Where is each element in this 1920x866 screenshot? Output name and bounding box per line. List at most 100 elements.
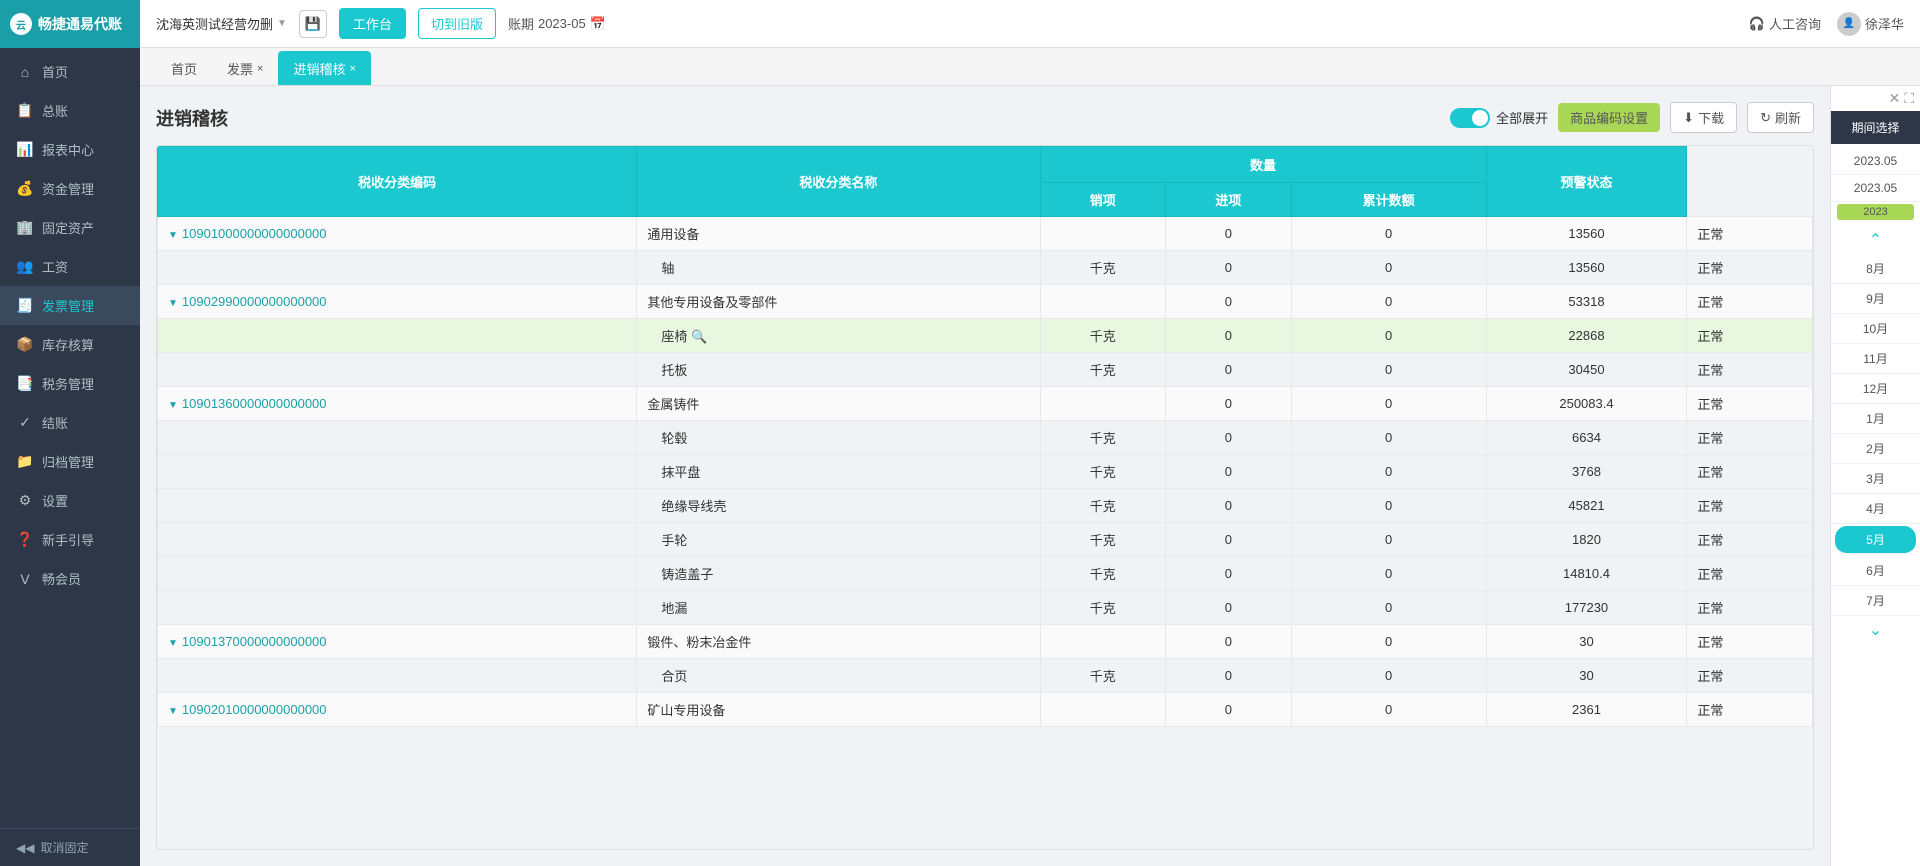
status-cell: 正常	[1687, 693, 1813, 727]
purchase-cell: 0	[1291, 455, 1486, 489]
save-button[interactable]: 💾	[299, 10, 327, 38]
table-row: 手轮 千克 0 0 1820 正常	[158, 523, 1813, 557]
sidebar-item-close[interactable]: ✓ 结账	[0, 403, 140, 442]
download-button[interactable]: ⬇ 下载	[1670, 102, 1737, 133]
period-month-7月[interactable]: 7月	[1831, 586, 1920, 616]
tax-name-cell: 金属铸件	[637, 387, 1040, 421]
tax-code-cell	[158, 319, 637, 353]
company-selector[interactable]: 沈海英测试经营勿删 ▼	[156, 14, 287, 33]
cumulative-cell: 2361	[1486, 693, 1687, 727]
calendar-icon[interactable]: 📅	[590, 16, 606, 32]
archive-icon: 📁	[16, 453, 34, 470]
period-month-8月[interactable]: 8月	[1831, 254, 1920, 284]
period-month-10月[interactable]: 10月	[1831, 314, 1920, 344]
service-label: 人工咨询	[1769, 14, 1821, 33]
oldver-button[interactable]: 切到旧版	[418, 8, 496, 39]
sidebar-item-funds[interactable]: 💰 资金管理	[0, 169, 140, 208]
tax-name-cell: 通用设备	[637, 217, 1040, 251]
sidebar-item-settings[interactable]: ⚙ 设置	[0, 481, 140, 520]
settings-icon: ⚙	[16, 492, 34, 509]
sidebar-item-home[interactable]: ⌂ 首页	[0, 52, 140, 91]
table-row: ▼10901000000000000000 通用设备 0 0 13560 正常	[158, 217, 1813, 251]
sidebar-item-archive[interactable]: 📁 归档管理	[0, 442, 140, 481]
page-title-bar: 进销稽核 全部展开 商品编码设置 ⬇ 下载 ↻ 刷新	[156, 102, 1814, 133]
unit-cell	[1040, 387, 1166, 421]
period-month-5月[interactable]: 5月	[1835, 526, 1916, 554]
refresh-button[interactable]: ↻ 刷新	[1747, 102, 1814, 133]
tab-reconcile[interactable]: 进销稽核×	[278, 51, 370, 85]
funds-label: 资金管理	[42, 179, 94, 198]
period-month-4月[interactable]: 4月	[1831, 494, 1920, 524]
period-month-9月[interactable]: 9月	[1831, 284, 1920, 314]
collapse-icon[interactable]: ▼	[168, 638, 178, 649]
period-value: 2023-05	[538, 16, 586, 31]
table-row: ▼10901360000000000000 金属铸件 0 0 250083.4 …	[158, 387, 1813, 421]
customer-service-button[interactable]: 🎧 人工咨询	[1749, 14, 1821, 33]
company-name: 沈海英测试经营勿删	[156, 14, 273, 33]
tab-home[interactable]: 首页	[156, 51, 212, 85]
tax-name-cell: 绝缘导线壳	[637, 489, 1040, 523]
expand-toggle-switch[interactable]	[1450, 108, 1490, 128]
reports-icon: 📊	[16, 141, 34, 158]
funds-icon: 💰	[16, 180, 34, 197]
assets-icon: 🏢	[16, 219, 34, 236]
sales-cell: 0	[1166, 421, 1292, 455]
tab-close-reconcile[interactable]: ×	[349, 63, 355, 75]
period-label: 账期	[508, 14, 534, 33]
sidebar-item-assets[interactable]: 🏢 固定资产	[0, 208, 140, 247]
sidebar-item-tax[interactable]: 📑 税务管理	[0, 364, 140, 403]
unit-cell: 千克	[1040, 421, 1166, 455]
period-nav-up[interactable]: ⌃	[1831, 226, 1920, 254]
tab-label-home: 首页	[171, 59, 197, 78]
status-cell: 正常	[1687, 251, 1813, 285]
cumulative-cell: 22868	[1486, 319, 1687, 353]
tax-code-cell	[158, 421, 637, 455]
tax-name-cell: 其他专用设备及零部件	[637, 285, 1040, 319]
product-code-settings-button[interactable]: 商品编码设置	[1558, 103, 1660, 132]
sidebar-footer-cancel-pin[interactable]: ◀◀ 取消固定	[0, 828, 140, 866]
collapse-icon[interactable]: ▼	[168, 298, 178, 309]
expand-period-panel-icon[interactable]: ⛶	[1904, 90, 1914, 107]
period-year-section: 2023.052023.052023	[1831, 144, 1920, 226]
reports-label: 报表中心	[42, 140, 94, 159]
period-month-6月[interactable]: 6月	[1831, 556, 1920, 586]
period-month-11月[interactable]: 11月	[1831, 344, 1920, 374]
sidebar-item-invoice[interactable]: 🧾 发票管理	[0, 286, 140, 325]
collapse-icon[interactable]: ▼	[168, 400, 178, 411]
tab-close-invoice[interactable]: ×	[257, 63, 263, 75]
sales-cell: 0	[1166, 319, 1292, 353]
unit-cell	[1040, 217, 1166, 251]
cumulative-cell: 177230	[1486, 591, 1687, 625]
period-month-1月[interactable]: 1月	[1831, 404, 1920, 434]
col-header-tax-name: 税收分类名称	[637, 147, 1040, 217]
sales-cell: 0	[1166, 285, 1292, 319]
purchase-cell: 0	[1291, 387, 1486, 421]
collapse-icon[interactable]: ▼	[168, 706, 178, 717]
sidebar-item-guide[interactable]: ❓ 新手引导	[0, 520, 140, 559]
guide-icon: ❓	[16, 531, 34, 548]
period-year-item-1[interactable]: 2023.05	[1831, 175, 1920, 202]
sidebar-item-ledger[interactable]: 📋 总账	[0, 91, 140, 130]
workspace-button[interactable]: 工作台	[339, 8, 406, 39]
tax-code-cell	[158, 557, 637, 591]
sidebar-item-inventory[interactable]: 📦 库存核算	[0, 325, 140, 364]
close-period-panel-icon[interactable]: ✕	[1888, 90, 1900, 107]
search-icon[interactable]: 🔍	[691, 329, 707, 344]
table-row: 绝缘导线壳 千克 0 0 45821 正常	[158, 489, 1813, 523]
sidebar-item-payroll[interactable]: 👥 工资	[0, 247, 140, 286]
period-month-3月[interactable]: 3月	[1831, 464, 1920, 494]
tax-icon: 📑	[16, 375, 34, 392]
period-nav-down[interactable]: ⌄	[1831, 616, 1920, 644]
tab-invoice[interactable]: 发票×	[212, 51, 278, 85]
status-cell: 正常	[1687, 217, 1813, 251]
sidebar-item-vip[interactable]: V 畅会员	[0, 559, 140, 598]
collapse-icon[interactable]: ▼	[168, 230, 178, 241]
period-month-2月[interactable]: 2月	[1831, 434, 1920, 464]
cumulative-cell: 3768	[1486, 455, 1687, 489]
sales-cell: 0	[1166, 557, 1292, 591]
period-year-item-0[interactable]: 2023.05	[1831, 148, 1920, 175]
sidebar-item-reports[interactable]: 📊 报表中心	[0, 130, 140, 169]
period-month-12月[interactable]: 12月	[1831, 374, 1920, 404]
unit-cell: 千克	[1040, 251, 1166, 285]
cumulative-cell: 250083.4	[1486, 387, 1687, 421]
